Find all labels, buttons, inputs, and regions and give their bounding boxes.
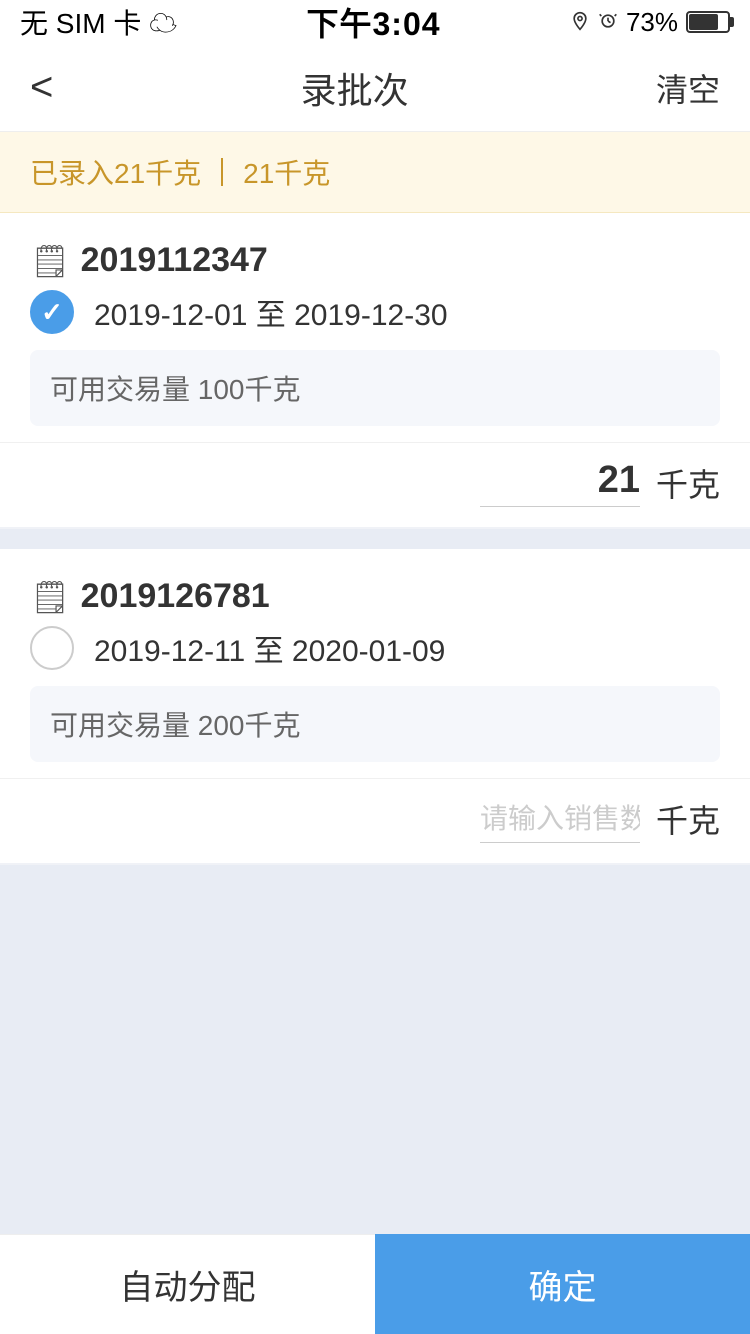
total-label: 21千克 [243, 152, 330, 192]
batch-date-row-1[interactable]: 2019-12-01 至 2019-12-30 [0, 290, 750, 350]
status-right: 73% [570, 7, 730, 38]
quantity-input-2[interactable] [480, 795, 640, 838]
battery-percent: 73% [626, 7, 678, 38]
quantity-input-wrapper-1[interactable] [480, 459, 640, 507]
unit-label-2: 千克 [656, 796, 720, 842]
batch-doc-icon-1: 🗒 [30, 242, 71, 280]
empty-area [0, 865, 750, 1265]
page-title: 录批次 [301, 62, 409, 114]
availability-text-2: 可用交易量 200千克 [50, 710, 301, 741]
batch-doc-icon-2: 🗒 [30, 578, 71, 616]
confirm-button[interactable]: 确定 [375, 1234, 750, 1334]
bottom-bar: 自动分配 确定 [0, 1234, 750, 1334]
batch-card-1: 🗒 2019112347 2019-12-01 至 2019-12-30 可用交… [0, 213, 750, 527]
back-button[interactable]: < [30, 65, 53, 110]
status-bar: 无 SIM 卡 ☁ 下午3:04 73% [0, 0, 750, 44]
info-banner: 已录入21千克 21千克 [0, 132, 750, 213]
batch-id-1: 2019112347 [81, 241, 268, 280]
battery-icon [686, 11, 730, 33]
section-separator [0, 529, 750, 549]
batch-card-2: 🗒 2019126781 2019-12-11 至 2020-01-09 可用交… [0, 549, 750, 863]
alarm-icon [598, 7, 618, 38]
batch-id-2: 2019126781 [81, 577, 270, 616]
quantity-row-1[interactable]: 千克 [0, 442, 750, 527]
batch-header-2: 🗒 2019126781 [0, 549, 750, 626]
availability-box-1: 可用交易量 100千克 [30, 350, 720, 426]
unit-label-1: 千克 [656, 460, 720, 506]
batch-dates-2: 2019-12-11 至 2020-01-09 [94, 626, 445, 670]
info-divider [221, 158, 223, 186]
nav-bar: < 录批次 清空 [0, 44, 750, 132]
batch-radio-1[interactable] [30, 290, 74, 334]
sim-label: 无 SIM 卡 ☁ [20, 2, 177, 42]
status-time: 下午3:04 [307, 0, 441, 45]
batch-radio-2[interactable] [30, 626, 74, 670]
status-left: 无 SIM 卡 ☁ [20, 2, 177, 42]
entered-label: 已录入21千克 [30, 152, 201, 192]
quantity-row-2[interactable]: 千克 [0, 778, 750, 863]
clear-button[interactable]: 清空 [656, 65, 720, 111]
quantity-input-1[interactable] [480, 459, 640, 502]
batch-header-1: 🗒 2019112347 [0, 213, 750, 290]
quantity-input-wrapper-2[interactable] [480, 795, 640, 843]
batch-date-row-2[interactable]: 2019-12-11 至 2020-01-09 [0, 626, 750, 686]
location-icon [570, 7, 590, 38]
auto-distribute-button[interactable]: 自动分配 [0, 1234, 375, 1334]
batch-dates-1: 2019-12-01 至 2019-12-30 [94, 290, 448, 334]
availability-box-2: 可用交易量 200千克 [30, 686, 720, 762]
availability-text-1: 可用交易量 100千克 [50, 374, 301, 405]
